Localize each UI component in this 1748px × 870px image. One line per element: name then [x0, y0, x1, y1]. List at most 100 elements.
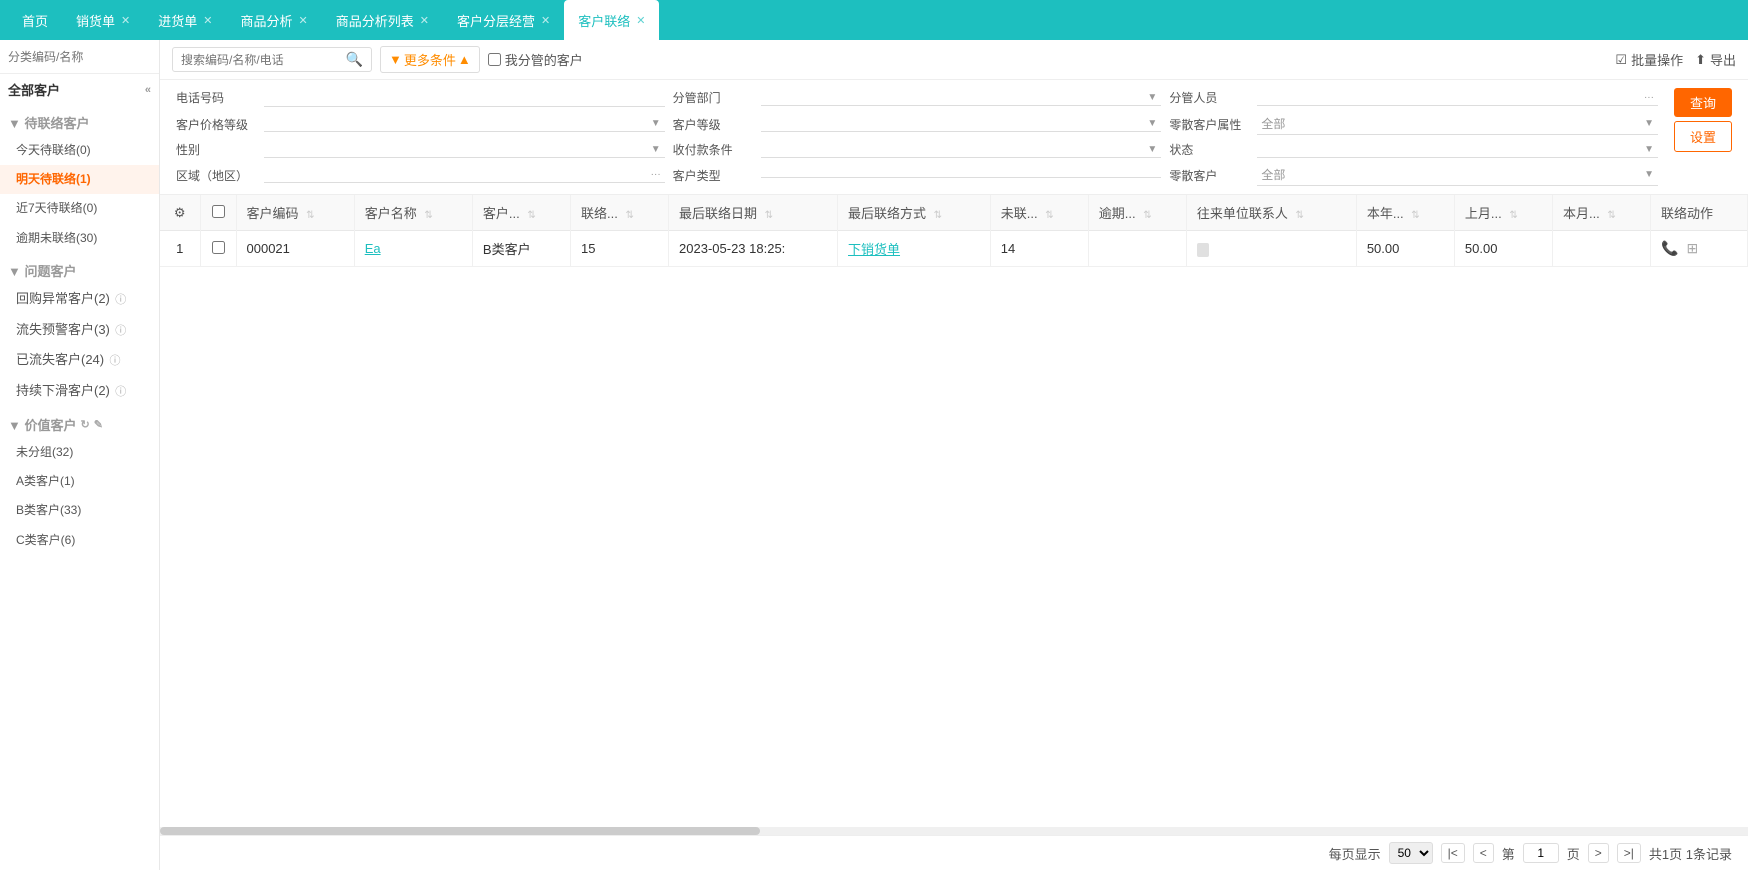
sort-year-icon[interactable]: ⇅	[1411, 210, 1419, 221]
row-checkbox[interactable]	[212, 241, 225, 254]
help-icon-lost-risk: ⓘ	[115, 325, 126, 337]
sort-last-month-icon[interactable]: ⇅	[1509, 210, 1517, 221]
page-input[interactable]	[1523, 843, 1559, 863]
nav-close-customer-tier[interactable]: ✕	[541, 14, 550, 27]
more-filter-btn[interactable]: ▼ 更多条件 ▲	[380, 46, 480, 73]
sidebar-item-today-contact[interactable]: 今天待联络(0)	[0, 136, 159, 165]
th-unit-contact: 往来单位联系人 ⇅	[1186, 195, 1356, 231]
retail-attr-select[interactable]: 全部 ▼	[1257, 113, 1658, 135]
th-code: 客户编码 ⇅	[236, 195, 354, 231]
scrollbar-thumb[interactable]	[160, 827, 760, 835]
person-more-icon[interactable]: ···	[1644, 92, 1654, 103]
sort-last-date-icon[interactable]: ⇅	[765, 210, 773, 221]
last-method-link[interactable]: 下销货单	[848, 242, 900, 257]
sidebar-item-tomorrow-contact[interactable]: 明天待联络(1)	[0, 165, 159, 194]
status-select[interactable]: ▼	[1257, 142, 1658, 158]
customer-type-label: 客户类型	[673, 167, 753, 184]
retail-customer-select[interactable]: 全部 ▼	[1257, 164, 1658, 186]
sort-type-icon[interactable]: ⇅	[527, 210, 535, 221]
customer-level-select[interactable]: ▼	[761, 116, 1162, 132]
sidebar-item-lost-risk[interactable]: 流失预警客户(3) ⓘ	[0, 315, 159, 346]
select-all-checkbox[interactable]	[212, 205, 225, 218]
nav-close-product-analysis[interactable]: ✕	[299, 14, 308, 27]
my-customer-checkbox[interactable]	[488, 53, 501, 66]
refresh-icon[interactable]: ↻	[80, 418, 89, 431]
next-page-btn[interactable]: >	[1588, 843, 1609, 863]
sidebar-item-overdue-contact[interactable]: 逾期未联络(30)	[0, 224, 159, 253]
price-level-label: 客户价格等级	[176, 116, 256, 133]
edit-icon[interactable]: ✎	[94, 418, 103, 431]
filter-collapse-icon: ▲	[458, 52, 471, 67]
first-page-btn[interactable]: |<	[1441, 843, 1465, 863]
nav-close-product-analysis-list[interactable]: ✕	[420, 14, 429, 27]
sort-name-icon[interactable]: ⇅	[424, 210, 432, 221]
sort-code-icon[interactable]: ⇅	[306, 210, 314, 221]
payment-select[interactable]: ▼	[761, 142, 1162, 158]
nav-purchase[interactable]: 进货单 ✕	[144, 0, 226, 40]
price-level-select[interactable]: ▼	[264, 116, 665, 132]
sidebar-item-repurchase-abnormal[interactable]: 回购异常客户(2) ⓘ	[0, 284, 159, 315]
retail-attr-value: 全部	[1261, 115, 1644, 132]
region-more-icon[interactable]: ···	[651, 169, 661, 180]
top-nav: 首页 销货单 ✕ 进货单 ✕ 商品分析 ✕ 商品分析列表 ✕ 客户分层经营 ✕ …	[0, 0, 1748, 40]
export-label: 导出	[1710, 50, 1736, 69]
customer-level-label: 客户等级	[673, 116, 753, 133]
nav-customer-contact[interactable]: 客户联络 ✕	[564, 0, 659, 40]
action-phone-icon[interactable]: 📞	[1661, 240, 1678, 257]
nav-close-purchase[interactable]: ✕	[203, 14, 212, 27]
nav-customer-tier[interactable]: 客户分层经营 ✕	[443, 0, 564, 40]
nav-sales[interactable]: 销货单 ✕	[62, 0, 144, 40]
sort-no-contact-icon[interactable]: ⇅	[1045, 210, 1053, 221]
sidebar-value-label: ▼ 价值客户 ↻ ✎	[0, 411, 159, 438]
sidebar-item-continuous-decline[interactable]: 持续下滑客户(2) ⓘ	[0, 376, 159, 407]
last-page-btn[interactable]: >|	[1617, 843, 1641, 863]
setting-btn[interactable]: 设置	[1674, 121, 1732, 152]
filter-payment: 收付款条件 ▼	[673, 141, 1162, 158]
th-settings[interactable]: ⚙	[160, 195, 200, 231]
sidebar-item-unclassified[interactable]: 未分组(32)	[0, 438, 159, 467]
region-select[interactable]: ···	[264, 167, 665, 183]
gender-select[interactable]: ▼	[264, 142, 665, 158]
page-suffix: 页	[1567, 844, 1580, 863]
prev-page-btn[interactable]: <	[1473, 843, 1494, 863]
sidebar-item-class-b[interactable]: B类客户(33)	[0, 496, 159, 525]
sidebar-all-customers[interactable]: 全部客户 «	[0, 74, 159, 105]
person-select[interactable]: ···	[1257, 90, 1658, 106]
action-more-icon[interactable]: ⊞	[1686, 240, 1698, 257]
sort-this-month-icon[interactable]: ⇅	[1607, 210, 1615, 221]
sidebar-search-input[interactable]	[8, 50, 160, 64]
td-last-method: 下销货单	[838, 231, 991, 267]
sort-contact-count-icon[interactable]: ⇅	[625, 210, 633, 221]
nav-product-analysis-list[interactable]: 商品分析列表 ✕	[322, 0, 443, 40]
customer-name-link[interactable]: Ea	[365, 241, 381, 256]
sidebar-all-label: 全部客户	[8, 80, 60, 99]
price-level-arrow-icon: ▼	[651, 118, 661, 129]
search-icon[interactable]: 🔍	[346, 51, 363, 68]
my-customer-checkbox-area[interactable]: 我分管的客户	[488, 50, 583, 69]
nav-product-analysis[interactable]: 商品分析 ✕	[226, 0, 321, 40]
nav-close-customer-contact[interactable]: ✕	[636, 14, 645, 27]
sort-unit-contact-icon[interactable]: ⇅	[1295, 210, 1303, 221]
sort-method-icon[interactable]: ⇅	[934, 210, 942, 221]
filter-retail-customer: 零散客户 全部 ▼	[1169, 164, 1658, 186]
sidebar-item-recent7-contact[interactable]: 近7天待联络(0)	[0, 194, 159, 223]
th-no-contact-days: 未联... ⇅	[990, 195, 1088, 231]
th-last-contact-date: 最后联络日期 ⇅	[669, 195, 838, 231]
page-label: 第	[1502, 844, 1515, 863]
filter-row-1: 电话号码 分管部门 ▼ 分管人员	[176, 88, 1658, 107]
nav-close-sales[interactable]: ✕	[121, 14, 130, 27]
query-btn[interactable]: 查询	[1674, 88, 1732, 117]
sort-overdue-icon[interactable]: ⇅	[1143, 210, 1151, 221]
nav-home[interactable]: 首页	[8, 0, 62, 40]
sidebar-item-already-lost[interactable]: 已流失客户(24) ⓘ	[0, 345, 159, 376]
phone-input[interactable]	[264, 88, 665, 107]
horizontal-scrollbar[interactable]	[160, 827, 1748, 835]
batch-operation-btn[interactable]: ☑ 批量操作	[1615, 50, 1683, 69]
dept-select[interactable]: ▼	[761, 90, 1162, 106]
per-page-select[interactable]: 50	[1389, 842, 1433, 864]
sidebar-item-class-c[interactable]: C类客户(6)	[0, 526, 159, 555]
export-btn[interactable]: ⬆ 导出	[1695, 50, 1736, 69]
search-input[interactable]	[181, 53, 346, 67]
customer-type-select[interactable]	[761, 173, 1162, 178]
sidebar-item-class-a[interactable]: A类客户(1)	[0, 467, 159, 496]
